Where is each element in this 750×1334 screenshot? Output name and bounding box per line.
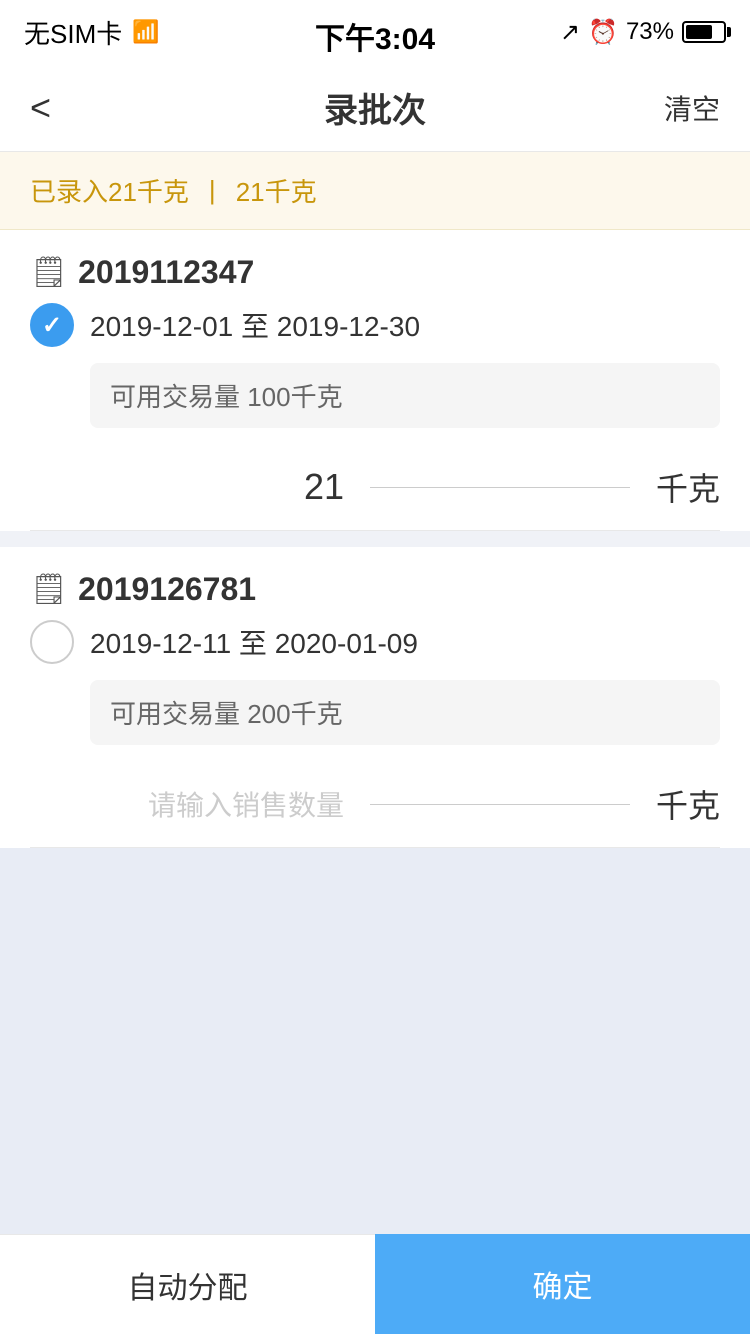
batch-header-1: 🗒 2019112347 (30, 254, 720, 291)
status-bar: 无SIM卡 📶 下午3:04 ↗ ⏰ 73% (0, 0, 750, 64)
batch-date-1: 2019-12-01 至 2019-12-30 (90, 305, 420, 345)
batch-id-2: 2019126781 (78, 571, 256, 608)
total-qty-label: 21千克 (236, 172, 317, 209)
status-right: ↗ ⏰ 73% (560, 18, 726, 47)
qty-input-row-1: 21 千克 (30, 448, 720, 531)
qty-unit-1: 千克 (656, 464, 720, 510)
auto-distribute-button[interactable]: 自动分配 (0, 1234, 375, 1334)
batch-icon-1: 🗒 (30, 255, 68, 290)
nav-bar: < 录批次 清空 (0, 64, 750, 152)
batch-card-2: 🗒 2019126781 2019-12-11 至 2020-01-09 可用交… (0, 547, 750, 848)
wifi-icon: 📶 (132, 19, 159, 45)
batch-icon-2: 🗒 (30, 572, 68, 607)
summary-bar: 已录入21千克 | 21千克 (0, 152, 750, 230)
available-qty-2: 可用交易量 200千克 (90, 680, 720, 745)
back-button[interactable]: < (30, 87, 51, 129)
qty-unit-2: 千克 (656, 781, 720, 827)
batch-row-2: 2019-12-11 至 2020-01-09 (30, 620, 720, 664)
empty-area (0, 848, 750, 1288)
carrier-label: 无SIM卡 (24, 14, 122, 51)
time-label: 下午3:04 (315, 14, 435, 58)
page-title: 录批次 (324, 83, 426, 132)
qty-input-row-2[interactable]: 请输入销售数量 千克 (30, 765, 720, 848)
bottom-bar: 自动分配 确定 (0, 1234, 750, 1334)
separator-1 (0, 531, 750, 547)
battery-icon (682, 21, 726, 43)
batch-header-2: 🗒 2019126781 (30, 571, 720, 608)
batch-date-2: 2019-12-11 至 2020-01-09 (90, 622, 418, 662)
status-left: 无SIM卡 📶 (24, 14, 160, 51)
qty-value-1: 21 (304, 466, 344, 508)
confirm-button[interactable]: 确定 (375, 1234, 750, 1334)
location-icon: ↗ (560, 18, 580, 47)
radio-btn-1[interactable] (30, 303, 74, 347)
batch-id-1: 2019112347 (78, 254, 254, 291)
available-qty-1: 可用交易量 100千克 (90, 363, 720, 428)
battery-fill (686, 25, 712, 39)
batch-row-1: 2019-12-01 至 2019-12-30 (30, 303, 720, 347)
batch-card-1: 🗒 2019112347 2019-12-01 至 2019-12-30 可用交… (0, 230, 750, 531)
qty-underline-2 (370, 804, 630, 805)
qty-input-placeholder-2: 请输入销售数量 (148, 784, 344, 824)
recorded-qty-label: 已录入21千克 (30, 172, 189, 209)
battery-label: 73% (626, 18, 674, 46)
radio-btn-2[interactable] (30, 620, 74, 664)
clear-button[interactable]: 清空 (664, 88, 720, 128)
qty-underline-1 (370, 487, 630, 488)
summary-divider: | (209, 175, 216, 206)
alarm-icon: ⏰ (588, 18, 618, 47)
